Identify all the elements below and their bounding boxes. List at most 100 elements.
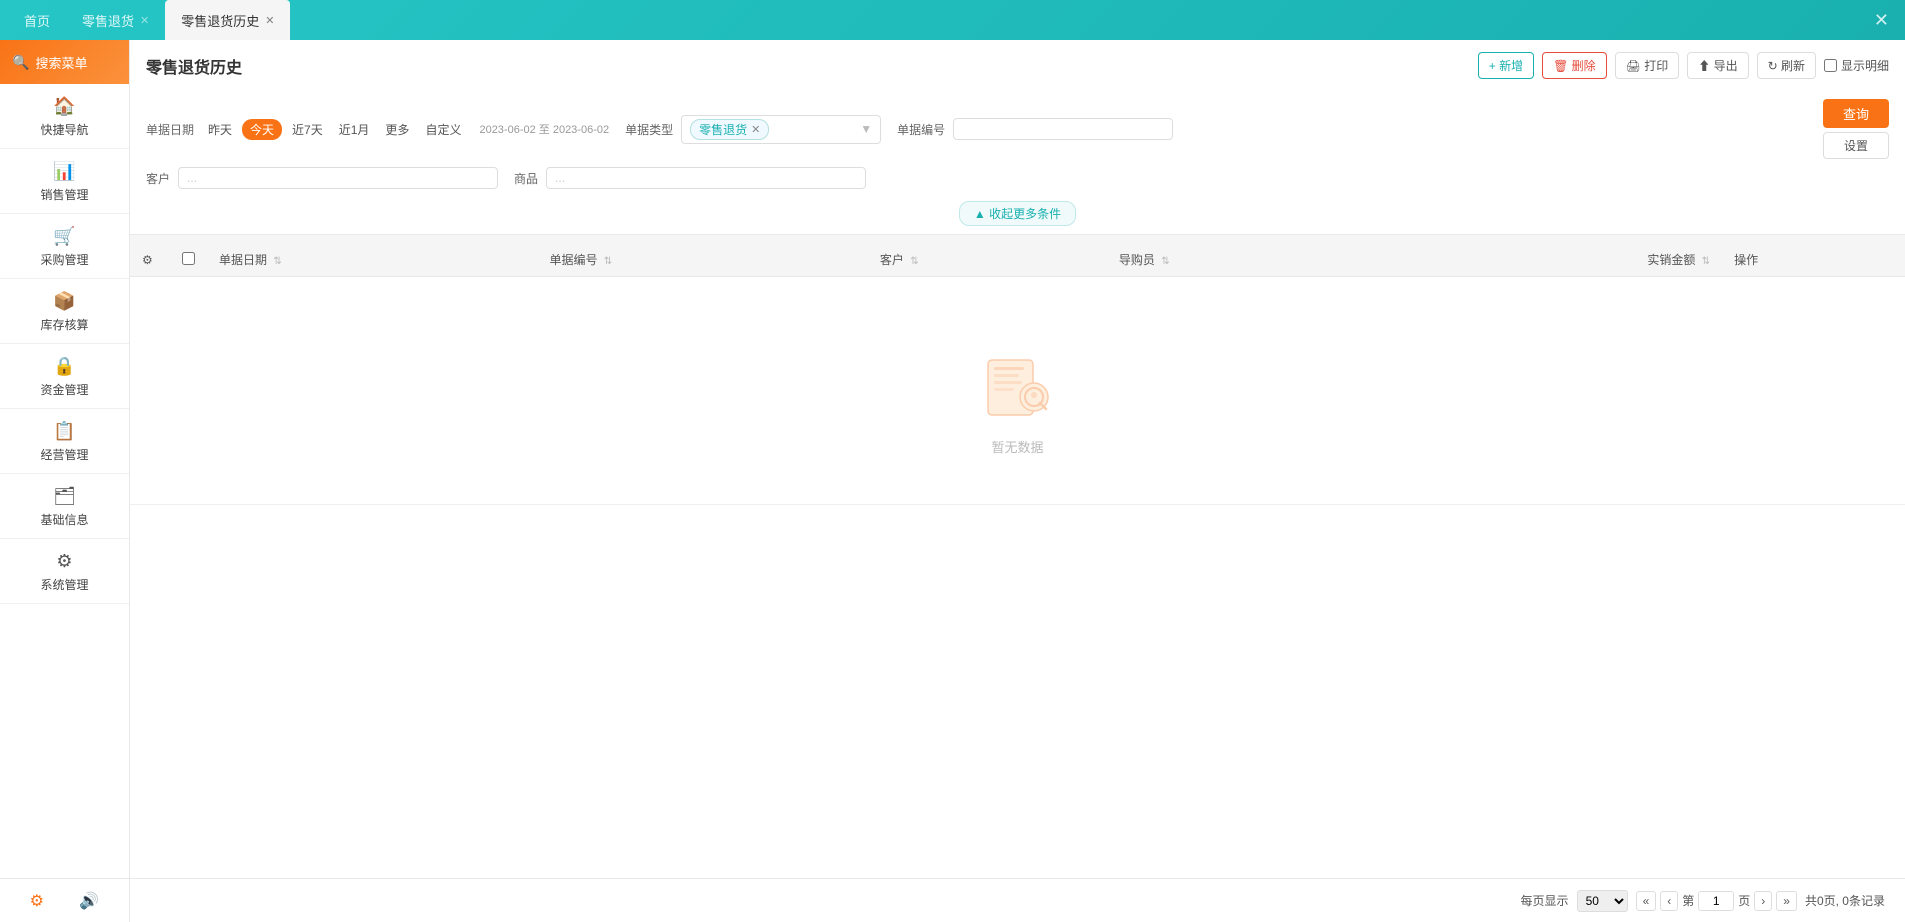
per-page-select[interactable]: 50 20 100 [1577, 890, 1628, 912]
date-opt-yesterday[interactable]: 昨天 [202, 119, 238, 140]
col-number-sort: ⇅ [604, 256, 612, 267]
doc-type-tag-label: 零售退货 [699, 121, 747, 138]
col-number[interactable]: 单据编号 ⇅ [537, 243, 867, 277]
doc-type-tag: 零售退货 ✕ [690, 119, 769, 140]
system-label: 系统管理 [40, 576, 88, 593]
window-close-button[interactable]: ✕ [1858, 10, 1905, 31]
col-customer-label: 客户 [880, 253, 904, 267]
pagination: 每页显示 50 20 100 « ‹ 第 页 › » 共0页, 0条记录 [130, 878, 1905, 922]
date-opt-1month[interactable]: 近1月 [333, 119, 376, 140]
settings-icon[interactable]: ⚙ [30, 891, 44, 911]
doc-number-label: 单据编号 [897, 121, 945, 138]
search-icon: 🔍 [12, 54, 29, 71]
query-button[interactable]: 查询 [1823, 99, 1889, 128]
show-detail-checkbox[interactable]: 显示明细 [1824, 57, 1889, 74]
col-guide-sort: ⇅ [1161, 256, 1169, 267]
inventory-icon: 📦 [53, 291, 75, 312]
col-amount-sort: ⇅ [1702, 256, 1710, 267]
sidebar-item-sales[interactable]: 📊 销售管理 [0, 149, 129, 214]
col-number-label: 单据编号 [549, 253, 597, 267]
finance-icon: 🔒 [53, 356, 75, 377]
sidebar-item-basic-info[interactable]: 🗂 基础信息 [0, 474, 129, 539]
sidebar-item-operations[interactable]: 📋 经营管理 [0, 409, 129, 474]
refresh-button[interactable]: ↻ 刷新 [1757, 52, 1816, 79]
main-content: 零售退货历史 + 新增 🗑 删除 🖨 打印 ⬆ 导出 ↻ 刷新 显示明细 [130, 40, 1905, 922]
col-checkbox[interactable] [170, 243, 207, 277]
system-icon: ⚙ [56, 551, 72, 572]
col-settings[interactable]: ⚙ [130, 243, 170, 277]
col-amount[interactable]: 实销金额 ⇅ [1392, 243, 1722, 277]
next-page-btn[interactable]: › [1754, 891, 1772, 911]
show-detail-label: 显示明细 [1841, 57, 1889, 74]
col-date-label: 单据日期 [219, 253, 267, 267]
sidebar-item-system[interactable]: ⚙ 系统管理 [0, 539, 129, 604]
doc-type-filter: 单据类型 零售退货 ✕ ▼ [625, 115, 881, 144]
tab-retail-return-history-close[interactable]: ✕ [265, 14, 274, 27]
last-page-btn[interactable]: » [1776, 891, 1797, 911]
customer-placeholder: ... [187, 171, 489, 185]
tab-retail-return[interactable]: 零售退货 ✕ [66, 0, 165, 40]
col-date-sort: ⇅ [273, 256, 281, 267]
col-customer[interactable]: 客户 ⇅ [868, 243, 1107, 277]
page-title-row: 零售退货历史 + 新增 🗑 删除 🖨 打印 ⬆ 导出 ↻ 刷新 显示明细 [146, 52, 1889, 79]
col-guide[interactable]: 导购员 ⇅ [1107, 243, 1392, 277]
empty-state: 暂无数据 [142, 285, 1893, 496]
doc-type-tag-close[interactable]: ✕ [751, 123, 760, 136]
sidebar-bottom: ⚙ 🔊 [0, 878, 129, 922]
empty-cell: 暂无数据 [130, 277, 1905, 505]
table-header: ⚙ 单据日期 ⇅ 单据编号 ⇅ [130, 243, 1905, 277]
date-range-display: 2023-06-02 至 2023-06-02 [479, 121, 609, 137]
date-opt-today[interactable]: 今天 [242, 119, 282, 140]
page-label: 第 [1682, 892, 1694, 909]
export-button[interactable]: ⬆ 导出 [1687, 52, 1748, 79]
delete-button[interactable]: 🗑 删除 [1542, 52, 1607, 79]
filter-settings-button[interactable]: 设置 [1823, 132, 1889, 159]
prev-page-btn[interactable]: ‹ [1660, 891, 1678, 911]
first-page-btn[interactable]: « [1636, 891, 1657, 911]
date-opt-7days[interactable]: 近7天 [286, 119, 329, 140]
volume-icon[interactable]: 🔊 [79, 891, 99, 911]
filter-area: 单据日期 昨天 今天 近7天 近1月 更多 自定义 2023-06-02 至 2… [146, 89, 1889, 234]
page-header: 零售退货历史 + 新增 🗑 删除 🖨 打印 ⬆ 导出 ↻ 刷新 显示明细 [130, 40, 1905, 235]
sidebar-item-quicknav[interactable]: 🏠 快捷导航 [0, 84, 129, 149]
date-opt-custom[interactable]: 自定义 [419, 119, 467, 140]
page-title: 零售退货历史 [146, 54, 242, 78]
top-bar: 首页 零售退货 ✕ 零售退货历史 ✕ ✕ [0, 0, 1905, 40]
page-input[interactable] [1698, 891, 1734, 911]
table-container: ⚙ 单据日期 ⇅ 单据编号 ⇅ [130, 243, 1905, 878]
collapse-bar[interactable]: ▲ 收起更多条件 [146, 197, 1889, 234]
finance-label: 资金管理 [40, 381, 88, 398]
date-filter-label: 单据日期 [146, 121, 194, 138]
col-guide-label: 导购员 [1119, 253, 1155, 267]
date-opt-more[interactable]: 更多 [379, 119, 415, 140]
sales-icon: 📊 [53, 161, 75, 182]
tab-list: 首页 零售退货 ✕ 零售退货历史 ✕ [8, 0, 1858, 40]
new-button[interactable]: + 新增 [1478, 52, 1534, 79]
col-date[interactable]: 单据日期 ⇅ [207, 243, 537, 277]
tab-home[interactable]: 首页 [8, 0, 66, 40]
sidebar-item-inventory[interactable]: 📦 库存核算 [0, 279, 129, 344]
col-action-label: 操作 [1734, 253, 1758, 267]
filter-row-2: 客户 ... 商品 ... [146, 167, 1889, 189]
col-customer-sort: ⇅ [910, 256, 918, 267]
customer-label: 客户 [146, 170, 170, 187]
empty-illustration [978, 345, 1058, 425]
tab-retail-return-close[interactable]: ✕ [140, 14, 149, 27]
page-nav: « ‹ 第 页 › » [1636, 891, 1797, 911]
tab-retail-return-label: 零售退货 [82, 11, 134, 30]
tab-retail-return-history-label: 零售退货历史 [181, 11, 259, 30]
col-settings-icon: ⚙ [142, 253, 153, 267]
empty-text: 暂无数据 [991, 437, 1043, 456]
show-detail-input[interactable] [1824, 59, 1837, 72]
empty-row: 暂无数据 [130, 277, 1905, 505]
doc-number-input[interactable] [953, 118, 1173, 140]
purchase-icon: 🛒 [53, 226, 75, 247]
sidebar-item-purchase[interactable]: 🛒 采购管理 [0, 214, 129, 279]
print-button[interactable]: 🖨 打印 [1615, 52, 1680, 79]
sidebar-item-finance[interactable]: 🔒 资金管理 [0, 344, 129, 409]
doc-type-chevron[interactable]: ▼ [860, 122, 872, 136]
select-all-checkbox[interactable] [182, 252, 195, 265]
tab-retail-return-history[interactable]: 零售退货历史 ✕ [165, 0, 290, 40]
sidebar-search[interactable]: 🔍 搜索菜单 [0, 40, 129, 84]
operations-label: 经营管理 [40, 446, 88, 463]
